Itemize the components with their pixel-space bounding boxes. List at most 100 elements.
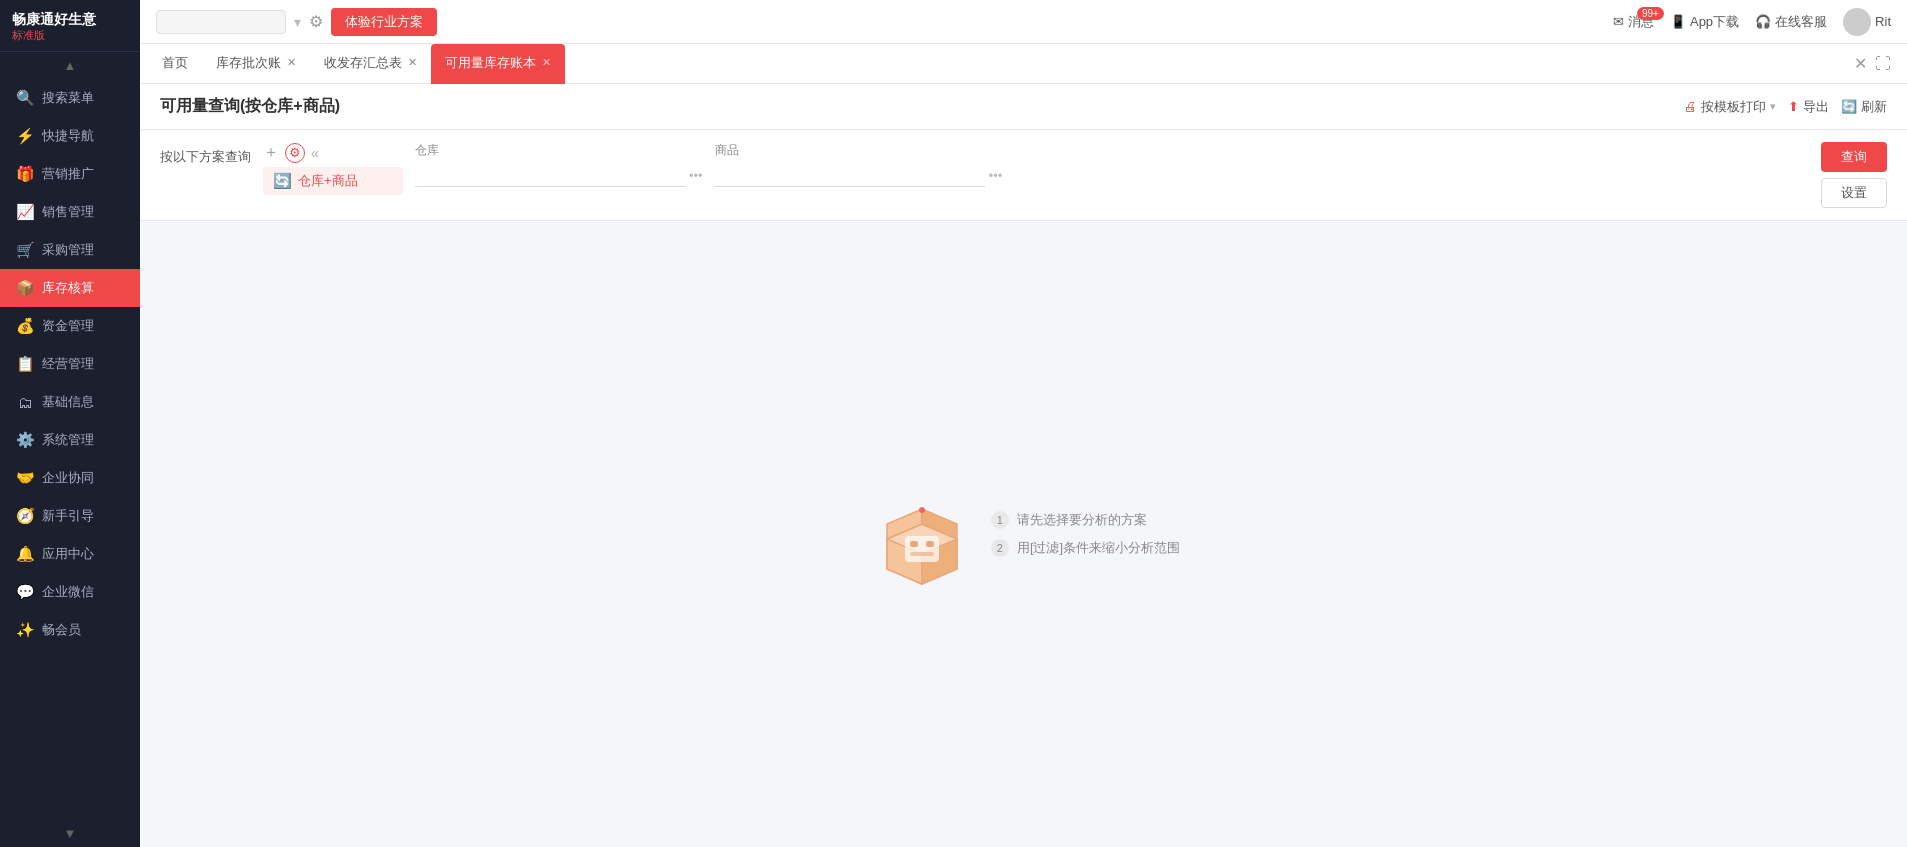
message-btn[interactable]: ✉ 消息 99+ (1613, 13, 1654, 31)
finance-icon: 💰 (16, 317, 34, 335)
print-btn[interactable]: 🖨 按模板打印 ▾ (1684, 98, 1776, 116)
warehouse-input[interactable] (415, 163, 685, 187)
basic-icon: 🗂 (16, 394, 34, 411)
sidebar-item-system[interactable]: ⚙️ 系统管理 (0, 421, 140, 459)
quick-nav-icon: ⚡ (16, 127, 34, 145)
sidebar-item-label: 经营管理 (42, 355, 94, 373)
tab-available-stock-close[interactable]: ✕ (542, 56, 551, 69)
apps-icon: 🔔 (16, 545, 34, 563)
page-header-actions: 🖨 按模板打印 ▾ ⬆ 导出 🔄 刷新 (1684, 98, 1887, 116)
warehouse-field-group: 仓库 ••• (415, 142, 703, 187)
tab-available-stock[interactable]: 可用量库存账本 ✕ (431, 44, 565, 84)
tab-receipt-summary-close[interactable]: ✕ (408, 56, 417, 69)
goods-more-icon[interactable]: ••• (989, 168, 1003, 183)
industry-btn[interactable]: 体验行业方案 (331, 8, 437, 36)
user-name: Rit (1875, 14, 1891, 29)
add-scheme-btn[interactable]: ＋ (263, 142, 279, 163)
online-service-label: 在线客服 (1775, 13, 1827, 31)
export-btn[interactable]: ⬆ 导出 (1788, 98, 1829, 116)
topbar-gear-icon[interactable]: ⚙ (309, 12, 323, 31)
tab-home[interactable]: 首页 (148, 44, 202, 84)
sidebar-item-member[interactable]: ✨ 畅会员 (0, 611, 140, 649)
svg-rect-8 (910, 552, 934, 556)
tab-receipt-summary[interactable]: 收发存汇总表 ✕ (310, 44, 431, 84)
warehouse-label: 仓库 (415, 142, 703, 159)
export-label: 导出 (1803, 98, 1829, 116)
sidebar-item-label: 基础信息 (42, 393, 94, 411)
sidebar-item-label: 采购管理 (42, 241, 94, 259)
filter-schemes: ＋ ⚙ « 🔄 仓库+商品 (263, 142, 403, 195)
refresh-label: 刷新 (1861, 98, 1887, 116)
enterprise-icon: 🤝 (16, 469, 34, 487)
empty-state-inner: 1 请先选择要分析的方案 2 用[过滤]条件来缩小分析范围 (867, 484, 1180, 584)
newbie-icon: 🧭 (16, 507, 34, 525)
settings-scheme-btn[interactable]: ⚙ (285, 143, 305, 163)
sidebar-item-label: 畅会员 (42, 621, 81, 639)
refresh-icon: 🔄 (1841, 99, 1857, 114)
sidebar-item-apps[interactable]: 🔔 应用中心 (0, 535, 140, 573)
sidebar-item-label: 新手引导 (42, 507, 94, 525)
sidebar-item-quick-nav[interactable]: ⚡ 快捷导航 (0, 117, 140, 155)
tip-text-2: 用[过滤]条件来缩小分析范围 (1017, 539, 1180, 557)
tab-batch-account-close[interactable]: ✕ (287, 56, 296, 69)
sidebar-scroll-down[interactable]: ▼ (0, 820, 140, 847)
marketing-icon: 🎁 (16, 165, 34, 183)
sidebar-item-wechat[interactable]: 💬 企业微信 (0, 573, 140, 611)
sidebar-item-purchase[interactable]: 🛒 采购管理 (0, 231, 140, 269)
online-service-btn[interactable]: 🎧 在线客服 (1755, 13, 1827, 31)
refresh-btn[interactable]: 🔄 刷新 (1841, 98, 1887, 116)
logo-sub: 标准版 (12, 28, 128, 43)
sidebar-item-sales[interactable]: 📈 销售管理 (0, 193, 140, 231)
sidebar: 畅康通好生意 标准版 ▲ 🔍 搜索菜单 ⚡ 快捷导航 🎁 营销推广 📈 销售管理… (0, 0, 140, 847)
export-icon: ⬆ (1788, 99, 1799, 114)
empty-tips: 1 请先选择要分析的方案 2 用[过滤]条件来缩小分析范围 (991, 511, 1180, 557)
page-title: 可用量查询(按仓库+商品) (160, 96, 340, 117)
sidebar-item-marketing[interactable]: 🎁 营销推广 (0, 155, 140, 193)
tip-num-1: 1 (991, 511, 1009, 529)
collapse-scheme-btn[interactable]: « (311, 145, 319, 161)
tab-batch-account[interactable]: 库存批次账 ✕ (202, 44, 310, 84)
sidebar-item-enterprise[interactable]: 🤝 企业协同 (0, 459, 140, 497)
page-header: 可用量查询(按仓库+商品) 🖨 按模板打印 ▾ ⬆ 导出 🔄 刷新 (140, 84, 1907, 130)
filter-area: 按以下方案查询 ＋ ⚙ « 🔄 仓库+商品 仓库 ••• (140, 130, 1907, 221)
sidebar-item-newbie[interactable]: 🧭 新手引导 (0, 497, 140, 535)
topbar-search-input[interactable] (156, 10, 286, 34)
warehouse-more-icon[interactable]: ••• (689, 168, 703, 183)
svg-rect-5 (905, 536, 939, 562)
svg-point-10 (919, 507, 925, 513)
search-icon: 🔍 (16, 89, 34, 107)
scheme-warehouse-goods[interactable]: 🔄 仓库+商品 (263, 167, 403, 195)
sidebar-scroll-up[interactable]: ▲ (0, 52, 140, 79)
goods-label: 商品 (715, 142, 1003, 159)
sidebar-item-inventory[interactable]: 📦 库存核算 (0, 269, 140, 307)
filter-scheme-controls: ＋ ⚙ « (263, 142, 403, 163)
page-content: 可用量查询(按仓库+商品) 🖨 按模板打印 ▾ ⬆ 导出 🔄 刷新 按以下方 (140, 84, 1907, 847)
sidebar-item-search[interactable]: 🔍 搜索菜单 (0, 79, 140, 117)
topbar-dropdown-icon[interactable]: ▾ (294, 14, 301, 30)
tab-window-controls: ✕ ⛶ (1854, 54, 1899, 73)
query-buttons: 查询 设置 (1821, 142, 1887, 208)
logo-title: 畅康通好生意 (12, 10, 128, 28)
svg-rect-7 (926, 541, 934, 547)
sidebar-item-operation[interactable]: 📋 经营管理 (0, 345, 140, 383)
sidebar-item-label: 库存核算 (42, 279, 94, 297)
query-btn[interactable]: 查询 (1821, 142, 1887, 172)
goods-input[interactable] (715, 163, 985, 187)
sidebar-item-finance[interactable]: 💰 资金管理 (0, 307, 140, 345)
sidebar-item-label: 搜索菜单 (42, 89, 94, 107)
app-download-btn[interactable]: 📱 App下载 (1670, 13, 1739, 31)
print-dropdown-icon[interactable]: ▾ (1770, 100, 1776, 113)
settings-btn[interactable]: 设置 (1821, 178, 1887, 208)
empty-tip-1: 1 请先选择要分析的方案 (991, 511, 1180, 529)
user-avatar[interactable]: Rit (1843, 8, 1891, 36)
window-maximize-btn[interactable]: ⛶ (1875, 55, 1891, 73)
inventory-icon: 📦 (16, 279, 34, 297)
topbar-right: ✉ 消息 99+ 📱 App下载 🎧 在线客服 Rit (1613, 8, 1891, 36)
scheme-icon: 🔄 (273, 172, 292, 190)
window-close-btn[interactable]: ✕ (1854, 54, 1867, 73)
tab-available-stock-label: 可用量库存账本 (445, 54, 536, 72)
scheme-label: 仓库+商品 (298, 172, 358, 190)
tab-receipt-summary-label: 收发存汇总表 (324, 54, 402, 72)
message-icon: ✉ (1613, 14, 1624, 29)
sidebar-item-basic[interactable]: 🗂 基础信息 (0, 383, 140, 421)
